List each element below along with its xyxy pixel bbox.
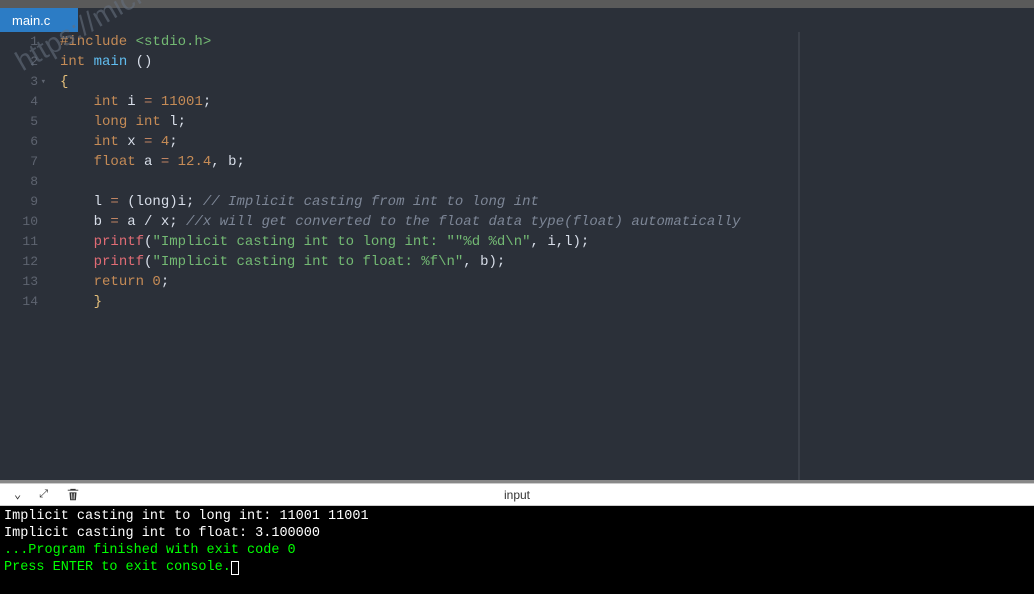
- code-line: printf("Implicit casting int to float: %…: [60, 252, 1034, 272]
- gutter-line: 3: [0, 72, 38, 92]
- gutter-line: 11: [0, 232, 38, 252]
- code-line: return 0;: [60, 272, 1034, 292]
- tab-label: main.c: [12, 13, 50, 28]
- gutter-line: 4: [0, 92, 38, 112]
- chevron-down-icon[interactable]: ⌄: [14, 487, 21, 502]
- vertical-divider: [798, 32, 800, 480]
- gutter-line: 7: [0, 152, 38, 172]
- gutter-line: 8: [0, 172, 38, 192]
- expand-icon[interactable]: ⤢: [39, 489, 48, 501]
- console-cursor: [231, 561, 239, 575]
- tab-main-c[interactable]: main.c: [0, 8, 78, 32]
- gutter-line: 14: [0, 292, 38, 312]
- gutter-line: 12: [0, 252, 38, 272]
- code-line: int x = 4;: [60, 132, 1034, 152]
- window-titlebar: [0, 0, 1034, 8]
- code-line: b = a / x; //x will get converted to the…: [60, 212, 1034, 232]
- code-line: float a = 12.4, b;: [60, 152, 1034, 172]
- gutter-line: 5: [0, 112, 38, 132]
- code-area[interactable]: #include <stdio.h> int main () { int i =…: [48, 32, 1034, 480]
- trash-icon[interactable]: [66, 488, 80, 502]
- gutter-line: 9: [0, 192, 38, 212]
- console-line: ...Program finished with exit code 0: [4, 542, 1030, 559]
- console-output[interactable]: Implicit casting int to long int: 11001 …: [0, 506, 1034, 594]
- code-line: [60, 172, 1034, 192]
- toolbar-label: input: [504, 488, 530, 502]
- code-line: int i = 11001;: [60, 92, 1034, 112]
- console-line: Implicit casting int to long int: 11001 …: [4, 508, 1030, 525]
- gutter-line: 10: [0, 212, 38, 232]
- code-line: }: [60, 292, 1034, 312]
- gutter-line: 2: [0, 52, 38, 72]
- editor: 1 2 3 4 5 6 7 8 9 10 11 12 13 14 #includ…: [0, 32, 1034, 480]
- console-toolbar: ⌄ ⤢ input: [0, 483, 1034, 506]
- console-line: Implicit casting int to float: 3.100000: [4, 525, 1030, 542]
- line-gutter: 1 2 3 4 5 6 7 8 9 10 11 12 13 14: [0, 32, 48, 480]
- code-line: int main (): [60, 52, 1034, 72]
- console-line: Press ENTER to exit console.: [4, 559, 1030, 576]
- tab-bar: main.c: [0, 8, 1034, 32]
- code-line: long int l;: [60, 112, 1034, 132]
- gutter-line: 6: [0, 132, 38, 152]
- code-line: {: [60, 72, 1034, 92]
- code-line: #include <stdio.h>: [60, 32, 1034, 52]
- code-line: printf("Implicit casting int to long int…: [60, 232, 1034, 252]
- code-line: l = (long)i; // Implicit casting from in…: [60, 192, 1034, 212]
- gutter-line: 1: [0, 32, 38, 52]
- gutter-line: 13: [0, 272, 38, 292]
